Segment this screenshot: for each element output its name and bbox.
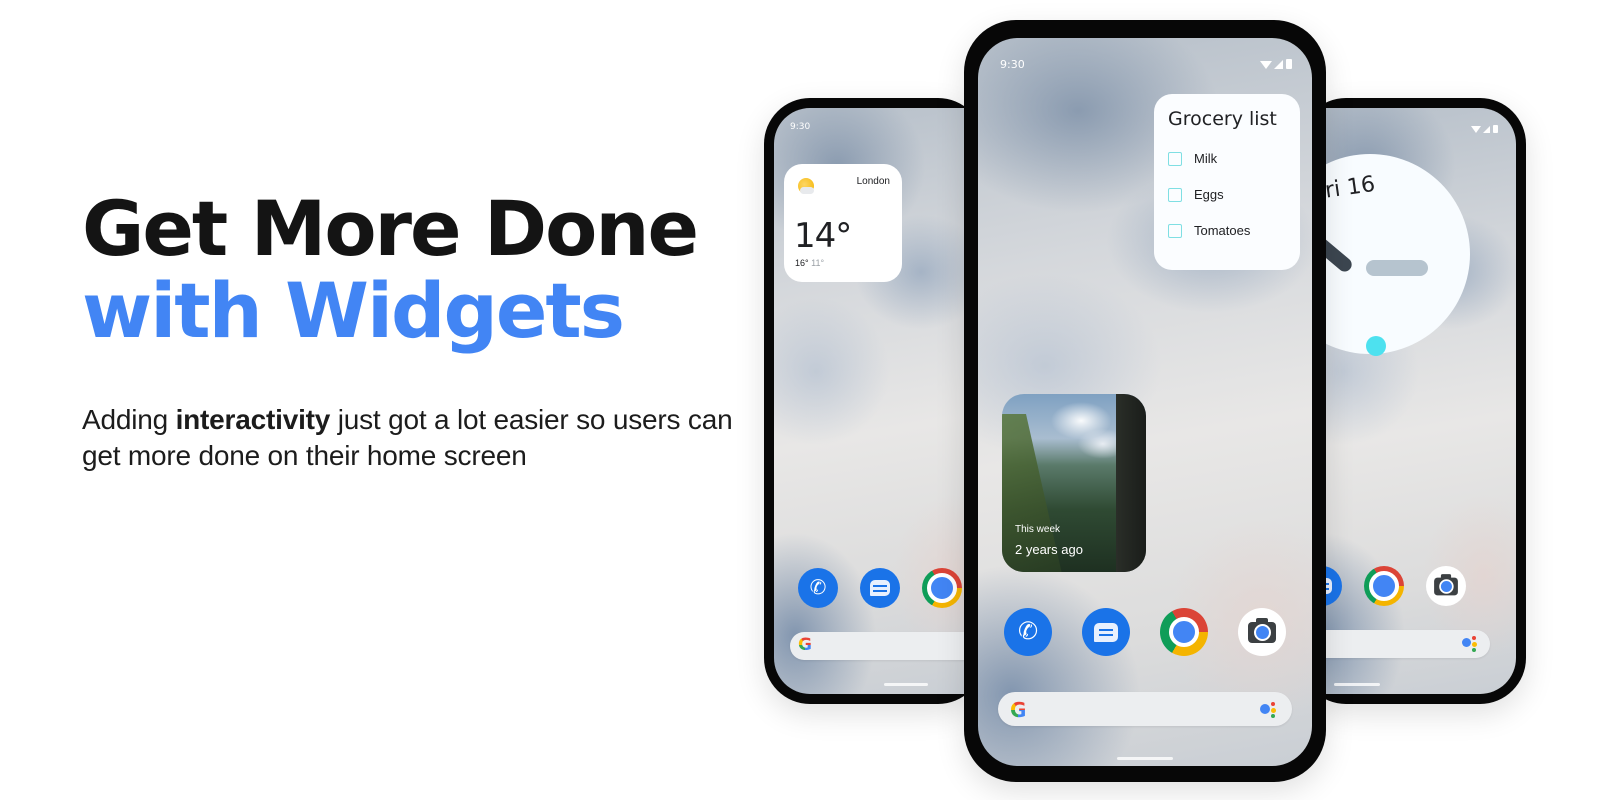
- weather-widget[interactable]: London 14° 16° 11°: [784, 164, 902, 282]
- checkbox[interactable]: [1168, 187, 1182, 202]
- phone-app-icon[interactable]: ✆: [1004, 608, 1052, 656]
- camera-app-icon[interactable]: [1238, 608, 1286, 656]
- signal-icon: [1274, 60, 1283, 69]
- phone-center: 9:30 Grocery list Milk Eggs Tomatoes Thi…: [964, 20, 1326, 782]
- checkbox[interactable]: [1168, 151, 1182, 166]
- grocery-list-widget: Grocery list Milk Eggs Tomatoes: [1154, 94, 1300, 270]
- grocery-item[interactable]: Tomatoes: [1168, 223, 1300, 238]
- weather-temperature: 14°: [794, 216, 852, 256]
- subtitle-text: Adding: [82, 404, 176, 435]
- status-time: 9:30: [790, 122, 811, 132]
- phone-app-icon[interactable]: ✆: [798, 568, 838, 608]
- checkbox[interactable]: [1168, 223, 1182, 238]
- grocery-item-label: Eggs: [1194, 187, 1224, 202]
- status-time: 9:30: [1000, 58, 1025, 71]
- grocery-item[interactable]: Eggs: [1168, 187, 1300, 202]
- hero-section: Get More Done with Widgets Adding intera…: [82, 188, 742, 474]
- google-search-bar[interactable]: G: [790, 632, 984, 660]
- weather-city: London: [856, 176, 890, 187]
- weather-range: 16° 11°: [795, 258, 824, 268]
- photo-memories-widget[interactable]: This week 2 years ago: [1002, 394, 1146, 572]
- grocery-item[interactable]: Milk: [1168, 151, 1300, 166]
- partly-sunny-icon: [798, 178, 814, 194]
- phone-left: 9:30 London 14° 16° 11° ✆ G: [764, 98, 984, 704]
- phone-right-screen: Fri 16: [1300, 108, 1516, 694]
- hero-title-line1: Get More Done: [82, 184, 699, 273]
- messages-app-icon[interactable]: [1082, 608, 1130, 656]
- google-search-bar[interactable]: [1300, 630, 1490, 658]
- messages-icon: [1094, 622, 1118, 642]
- google-assistant-icon[interactable]: [1462, 636, 1480, 652]
- home-indicator: [1334, 683, 1380, 686]
- phone-right: Fri 16: [1300, 98, 1526, 704]
- chrome-app-icon[interactable]: [1364, 566, 1404, 606]
- grocery-title: Grocery list: [1168, 108, 1277, 130]
- grocery-item-label: Tomatoes: [1194, 223, 1251, 238]
- clock-second-dot: [1366, 336, 1386, 356]
- wifi-icon: [1260, 61, 1272, 69]
- phone-icon: ✆: [809, 577, 827, 599]
- messages-icon: [870, 580, 890, 596]
- chrome-app-icon[interactable]: [1160, 608, 1208, 656]
- clock-minute-hand: [1366, 260, 1428, 276]
- photo-caption-small: This week: [1015, 524, 1061, 535]
- home-indicator: [884, 683, 928, 686]
- chrome-app-icon[interactable]: [922, 568, 962, 608]
- camera-icon: [1248, 617, 1276, 643]
- hero-title-line2: with Widgets: [82, 266, 625, 355]
- camera-app-icon[interactable]: [1426, 566, 1466, 606]
- phone-center-screen: 9:30 Grocery list Milk Eggs Tomatoes Thi…: [978, 38, 1312, 766]
- home-indicator: [1117, 757, 1173, 760]
- google-assistant-icon[interactable]: [1260, 702, 1278, 718]
- hero-subtitle: Adding interactivity just got a lot easi…: [82, 402, 742, 474]
- google-search-bar[interactable]: G: [998, 692, 1292, 726]
- weather-low: 11°: [811, 258, 825, 268]
- camera-icon: [1434, 573, 1458, 595]
- battery-icon: [1286, 59, 1292, 69]
- status-icons: [1471, 122, 1498, 133]
- signal-icon: [1483, 126, 1490, 133]
- hero-title: Get More Done with Widgets: [82, 188, 742, 352]
- weather-high: 16°: [795, 258, 809, 268]
- phone-left-screen: 9:30 London 14° 16° 11° ✆ G: [774, 108, 984, 694]
- subtitle-emphasis: interactivity: [175, 404, 331, 435]
- status-icons: [1260, 58, 1292, 69]
- google-g-icon: G: [798, 635, 812, 655]
- grocery-item-label: Milk: [1194, 151, 1218, 166]
- battery-icon: [1493, 125, 1498, 133]
- photo-caption-large: 2 years ago: [1015, 542, 1083, 557]
- wifi-icon: [1471, 126, 1481, 133]
- phone-icon: ✆: [1017, 618, 1039, 645]
- google-g-icon: G: [1010, 698, 1027, 722]
- messages-app-icon[interactable]: [860, 568, 900, 608]
